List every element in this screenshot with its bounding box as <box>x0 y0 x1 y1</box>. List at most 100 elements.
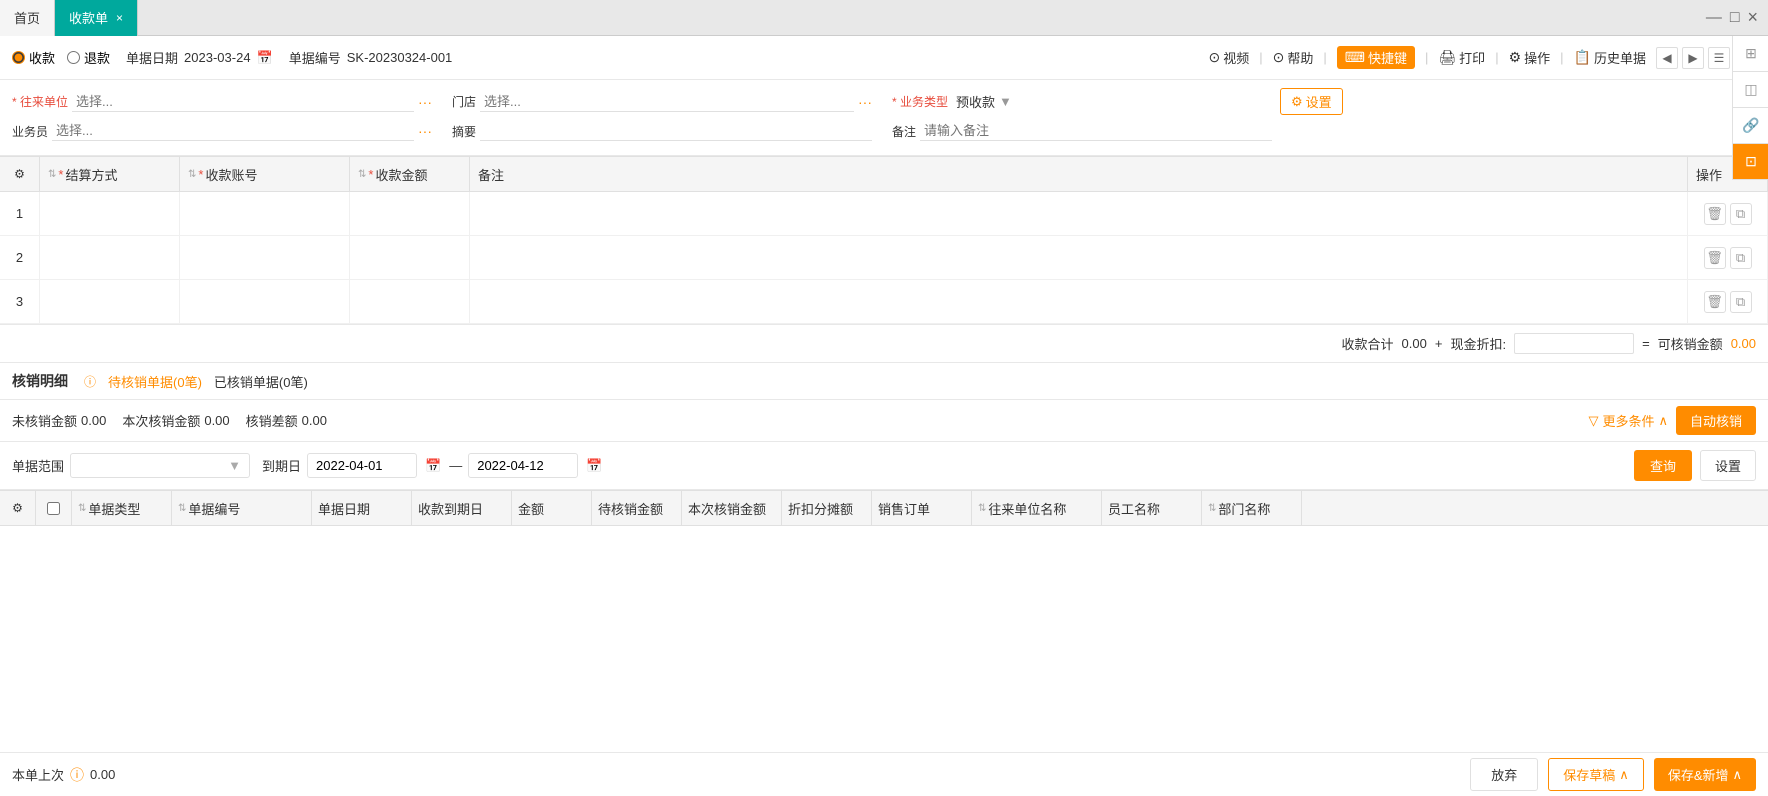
remarks-field: 备注 <box>892 121 1272 141</box>
tab-home[interactable]: 首页 <box>0 0 55 36</box>
td-account-3[interactable] <box>180 280 350 323</box>
rp-form-icon[interactable]: ◫ <box>1733 72 1768 108</box>
td-account-1[interactable] <box>180 192 350 235</box>
calendar-to-icon[interactable]: 📅 <box>586 458 602 474</box>
td-amount-1[interactable] <box>350 192 470 235</box>
delete-row-3-btn[interactable]: 🗑 <box>1704 291 1726 313</box>
help-icon: ⊙ <box>1273 49 1285 66</box>
td-remark-3[interactable] <box>470 280 1688 323</box>
more-conditions-btn[interactable]: ▽ 更多条件 ∧ <box>1588 411 1668 430</box>
remarks-input[interactable] <box>920 121 1272 141</box>
counterpart-more-btn[interactable]: ··· <box>418 94 432 110</box>
video-label: 视频 <box>1223 48 1249 67</box>
table-row: 1 🗑 ⧉ <box>0 192 1768 236</box>
delete-row-1-btn[interactable]: 🗑 <box>1704 203 1726 225</box>
abandon-btn[interactable]: 放弃 <box>1470 758 1538 791</box>
copy-row-2-btn[interactable]: ⧉ <box>1730 247 1752 269</box>
td-remark-2[interactable] <box>470 236 1688 279</box>
save-draft-chevron-icon: ∧ <box>1619 767 1629 783</box>
pending-verify-tab[interactable]: 待核销单据(0笔) <box>108 372 202 391</box>
td-settlement-1[interactable] <box>40 192 180 235</box>
bth-settings[interactable]: ⚙ <box>0 491 36 525</box>
history-btn[interactable]: 📋 历史单据 <box>1574 48 1646 67</box>
discount-input[interactable] <box>1514 333 1634 354</box>
rp-table-icon[interactable]: ⊞ <box>1733 36 1768 72</box>
tab-receipt-label: 收款单 <box>69 8 108 27</box>
range-select[interactable]: ▼ <box>70 453 250 478</box>
done-verify-tab[interactable]: 已核销单据(0笔) <box>214 372 308 391</box>
footer-actions: 放弃 保存草稿 ∧ 保存&新增 ∧ <box>1470 758 1756 791</box>
print-btn[interactable]: 🖨 打印 <box>1438 48 1485 67</box>
summary-input[interactable] <box>480 121 872 141</box>
business-type-label: 业务类型 <box>892 93 948 110</box>
staff-more-btn[interactable]: ··· <box>418 123 432 139</box>
close-icon[interactable]: × <box>1747 7 1758 28</box>
video-icon: ⊙ <box>1208 49 1220 66</box>
rp-expand-icon[interactable]: ⊡ <box>1733 144 1768 180</box>
filter-icon: ▽ <box>1588 413 1598 429</box>
td-row-num-3: 3 <box>0 280 40 323</box>
business-type-dropdown-icon[interactable]: ▼ <box>999 94 1012 109</box>
th-settings[interactable]: ⚙ <box>0 157 40 191</box>
toolbar-right: ⊙ 视频 | ⊙ 帮助 | ⌨ 快捷键 | 🖨 打印 | ⚙ 操作 <box>1208 46 1756 69</box>
tab-receipt[interactable]: 收款单 × <box>55 0 138 36</box>
footer: 本单上次 ⓘ 0.00 放弃 保存草稿 ∧ 保存&新增 ∧ <box>0 752 1768 796</box>
receipt-table: ⚙ ⇅ * 结算方式 ⇅ * 收款账号 ⇅ * 收款金额 备注 操作 <box>0 156 1768 325</box>
store-input[interactable] <box>480 92 854 112</box>
copy-row-1-btn[interactable]: ⧉ <box>1730 203 1752 225</box>
form-row-1: 往来单位 ··· 门店 ··· 业务类型 预收款 ▼ ⚙ 设置 <box>12 88 1756 115</box>
maximize-icon[interactable]: □ <box>1730 9 1740 27</box>
save-new-btn[interactable]: 保存&新增 ∧ <box>1654 758 1756 791</box>
rp-link-icon[interactable]: 🔗 <box>1733 108 1768 144</box>
bottom-table-header: ⚙ ⇅ 单据类型 ⇅ 单据编号 单据日期 收款到期日 金额 待核销金额 <box>0 490 1768 526</box>
bth-checkbox[interactable] <box>36 491 72 525</box>
refund-radio[interactable]: 退款 <box>67 48 110 67</box>
shortcut-btn[interactable]: ⌨ 快捷键 <box>1337 46 1415 69</box>
total-label: 收款合计 <box>1342 334 1394 353</box>
list-icon[interactable]: ☰ <box>1708 47 1730 69</box>
counterpart-input[interactable] <box>72 92 414 112</box>
prev-icon[interactable]: ◀ <box>1656 47 1678 69</box>
video-btn[interactable]: ⊙ 视频 <box>1208 48 1249 67</box>
due-date-to-input[interactable] <box>468 453 578 478</box>
save-draft-btn[interactable]: 保存草稿 ∧ <box>1548 758 1644 791</box>
calendar-icon[interactable]: 📅 <box>257 50 273 66</box>
operations-icon: ⚙ <box>1509 49 1522 66</box>
due-date-filter: 到期日 📅 — 📅 <box>262 453 602 478</box>
receipt-radio[interactable]: 收款 <box>12 48 55 67</box>
discount-label: 现金折扣: <box>1450 334 1506 353</box>
summary-label: 摘要 <box>452 123 476 140</box>
next-icon[interactable]: ▶ <box>1682 47 1704 69</box>
refund-label: 退款 <box>84 48 110 67</box>
td-settlement-3[interactable] <box>40 280 180 323</box>
staff-input[interactable] <box>52 121 414 141</box>
operations-btn[interactable]: ⚙ 操作 <box>1509 48 1551 67</box>
equals-sign: = <box>1642 336 1650 351</box>
td-remark-1[interactable] <box>470 192 1688 235</box>
help-btn[interactable]: ⊙ 帮助 <box>1273 48 1314 67</box>
help-label: 帮助 <box>1287 48 1313 67</box>
calendar-from-icon[interactable]: 📅 <box>425 458 441 474</box>
store-more-btn[interactable]: ··· <box>858 94 872 110</box>
copy-row-3-btn[interactable]: ⧉ <box>1730 291 1752 313</box>
delete-row-2-btn[interactable]: 🗑 <box>1704 247 1726 269</box>
td-account-2[interactable] <box>180 236 350 279</box>
staff-label: 业务员 <box>12 123 48 140</box>
business-type-field: 业务类型 预收款 ▼ <box>892 92 1272 111</box>
footer-info: 本单上次 ⓘ 0.00 <box>12 765 115 785</box>
due-date-from-input[interactable] <box>307 453 417 478</box>
minimize-icon[interactable]: — <box>1706 9 1722 27</box>
td-amount-2[interactable] <box>350 236 470 279</box>
footer-info-icon[interactable]: ⓘ <box>70 765 84 785</box>
doc-date-label: 单据日期 <box>126 48 178 67</box>
td-amount-3[interactable] <box>350 280 470 323</box>
select-all-checkbox[interactable] <box>47 502 60 515</box>
filter-settings-btn[interactable]: 设置 <box>1700 450 1756 481</box>
td-settlement-2[interactable] <box>40 236 180 279</box>
query-btn[interactable]: 查询 <box>1634 450 1692 481</box>
tab-close-icon[interactable]: × <box>116 11 123 25</box>
auto-verify-btn[interactable]: 自动核销 <box>1676 406 1756 435</box>
doc-num-field: 单据编号 SK-20230324-001 <box>289 48 453 67</box>
form-settings-btn[interactable]: ⚙ 设置 <box>1280 88 1343 115</box>
summary-field: 摘要 <box>452 121 872 141</box>
